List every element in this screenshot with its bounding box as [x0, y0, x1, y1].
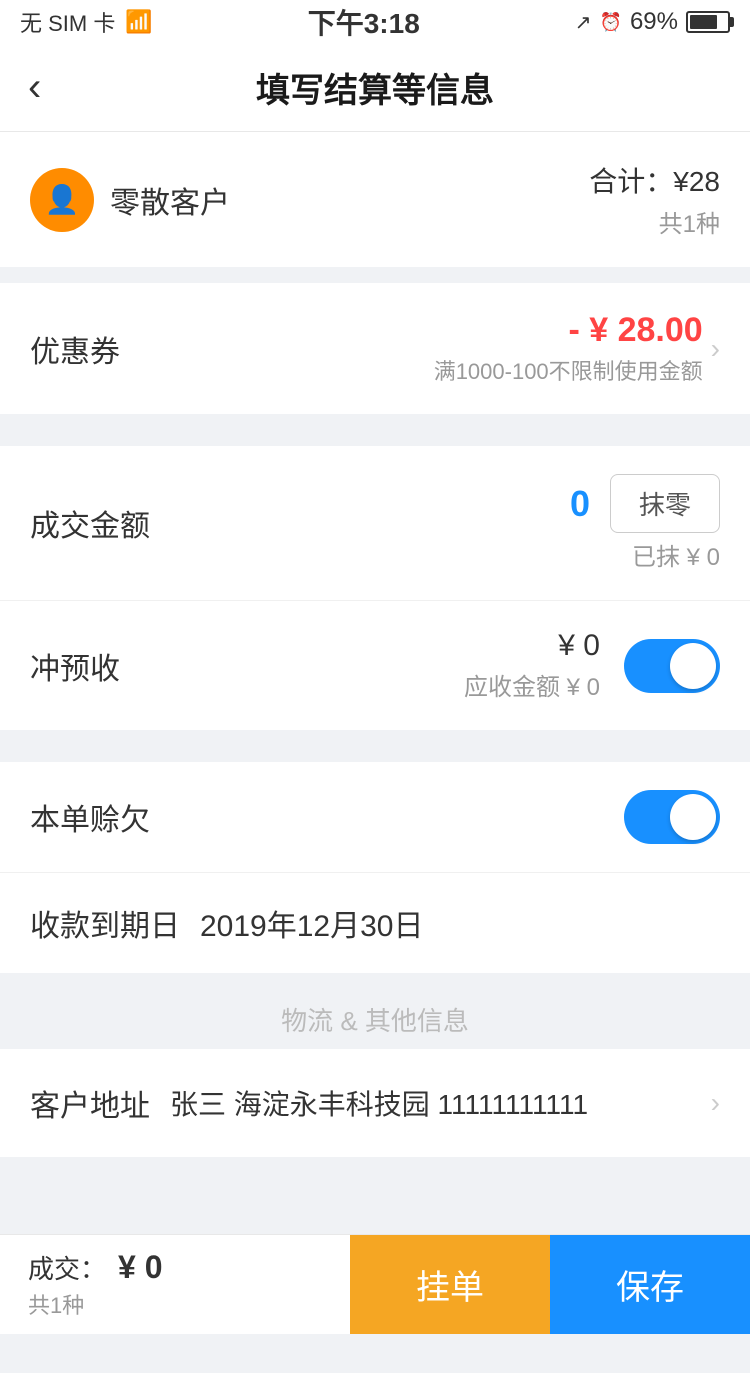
battery-icon — [686, 11, 730, 33]
debt-label: 本单赊欠 — [30, 795, 150, 839]
customer-count: 共1种 — [589, 204, 720, 239]
bottom-count: 共1种 — [28, 1288, 322, 1320]
duedate-label: 收款到期日 — [30, 901, 180, 945]
back-icon: ‹ — [28, 65, 41, 109]
prepayment-amount: ¥ 0 — [464, 629, 600, 663]
status-time: 下午3:18 — [308, 2, 420, 42]
logistics-label: 物流 & 其他信息 — [281, 1001, 469, 1038]
coupon-row[interactable]: 优惠券 - ¥ 28.00 满1000-100不限制使用金额 › — [0, 283, 750, 414]
debt-toggle-knob — [670, 794, 716, 840]
bottom-deal-label: 成交： — [28, 1249, 106, 1286]
back-button[interactable]: ‹ — [28, 65, 41, 110]
status-right: ↗ ⏰ 69% — [575, 8, 730, 36]
prepayment-toggle[interactable] — [624, 639, 720, 693]
address-row[interactable]: 客户地址 张三 海淀永丰科技园 11111111111 › — [0, 1049, 750, 1157]
prepayment-row: 冲预收 ¥ 0 应收金额 ¥ 0 — [0, 601, 750, 730]
customer-total: 合计：¥28 — [589, 160, 720, 200]
prepayment-right: ¥ 0 应收金额 ¥ 0 — [464, 629, 720, 702]
already-rounded-label: 已抹 ¥ 0 — [632, 537, 720, 572]
customer-left: 👤 零散客户 — [30, 168, 230, 232]
debt-toggle[interactable] — [624, 790, 720, 844]
deal-amount-right: 0 抹零 已抹 ¥ 0 — [570, 474, 720, 572]
deal-amount-row: 成交金额 0 抹零 已抹 ¥ 0 — [0, 446, 750, 601]
toggle-knob — [670, 643, 716, 689]
hold-button[interactable]: 挂单 — [350, 1235, 550, 1334]
customer-avatar: 👤 — [30, 168, 94, 232]
bottom-bar: 成交： ¥ 0 共1种 挂单 保存 — [0, 1234, 750, 1334]
duedate-row: 收款到期日 2019年12月30日 — [0, 872, 750, 973]
status-bar: 无 SIM 卡 📶 下午3:18 ↗ ⏰ 69% — [0, 0, 750, 44]
coupon-right: - ¥ 28.00 满1000-100不限制使用金额 › — [434, 311, 720, 386]
bottom-deal-amount: ¥ 0 — [118, 1249, 162, 1286]
bottom-deal-row: 成交： ¥ 0 — [28, 1249, 322, 1286]
deal-amount-label: 成交金额 — [30, 501, 170, 545]
wifi-icon: 📶 — [125, 9, 152, 35]
bottom-info: 成交： ¥ 0 共1种 — [0, 1235, 350, 1334]
customer-name: 零散客户 — [110, 178, 230, 222]
no-sim-label: 无 SIM 卡 — [20, 6, 115, 38]
coupon-value-group: - ¥ 28.00 满1000-100不限制使用金额 — [434, 311, 703, 386]
battery-label: 69% — [630, 8, 678, 36]
section-divider-1 — [0, 430, 750, 446]
prepayment-receivable: 应收金额 ¥ 0 — [464, 667, 600, 702]
deal-amount-value[interactable]: 0 — [570, 483, 590, 525]
page-content: 👤 零散客户 合计：¥28 共1种 优惠券 - ¥ 28.00 满1000-10… — [0, 132, 750, 1373]
coupon-desc: 满1000-100不限制使用金额 — [434, 354, 703, 386]
amount-input-group: 0 抹零 — [570, 474, 720, 533]
amount-section: 成交金额 0 抹零 已抹 ¥ 0 冲预收 ¥ 0 应收金额 ¥ 0 — [0, 446, 750, 730]
round-button[interactable]: 抹零 — [610, 474, 720, 533]
coupon-section: 优惠券 - ¥ 28.00 满1000-100不限制使用金额 › — [0, 283, 750, 414]
duedate-value: 2019年12月30日 — [200, 901, 423, 945]
page-title: 填写结算等信息 — [256, 63, 494, 112]
address-chevron-icon: › — [711, 1087, 720, 1119]
alarm-icon: ⏰ — [600, 12, 622, 33]
logistics-divider: 物流 & 其他信息 — [0, 989, 750, 1049]
section-divider-2 — [0, 746, 750, 762]
prepayment-values: ¥ 0 应收金额 ¥ 0 — [464, 629, 600, 702]
save-button[interactable]: 保存 — [550, 1235, 750, 1334]
customer-right: 合计：¥28 共1种 — [589, 160, 720, 239]
address-section: 客户地址 张三 海淀永丰科技园 11111111111 › — [0, 1049, 750, 1157]
prepayment-label: 冲预收 — [30, 644, 170, 688]
avatar-icon: 👤 — [45, 183, 80, 216]
debt-section: 本单赊欠 收款到期日 2019年12月30日 — [0, 762, 750, 973]
nav-bar: ‹ 填写结算等信息 — [0, 44, 750, 132]
location-icon: ↗ — [575, 10, 592, 35]
address-label: 客户地址 — [30, 1081, 150, 1125]
coupon-label: 优惠券 — [30, 327, 170, 371]
coupon-amount: - ¥ 28.00 — [568, 311, 702, 350]
address-value: 张三 海淀永丰科技园 11111111111 — [170, 1083, 711, 1123]
status-left: 无 SIM 卡 📶 — [20, 6, 153, 38]
debt-row: 本单赊欠 — [0, 762, 750, 872]
customer-row: 👤 零散客户 合计：¥28 共1种 — [0, 132, 750, 267]
chevron-right-icon: › — [711, 333, 720, 365]
